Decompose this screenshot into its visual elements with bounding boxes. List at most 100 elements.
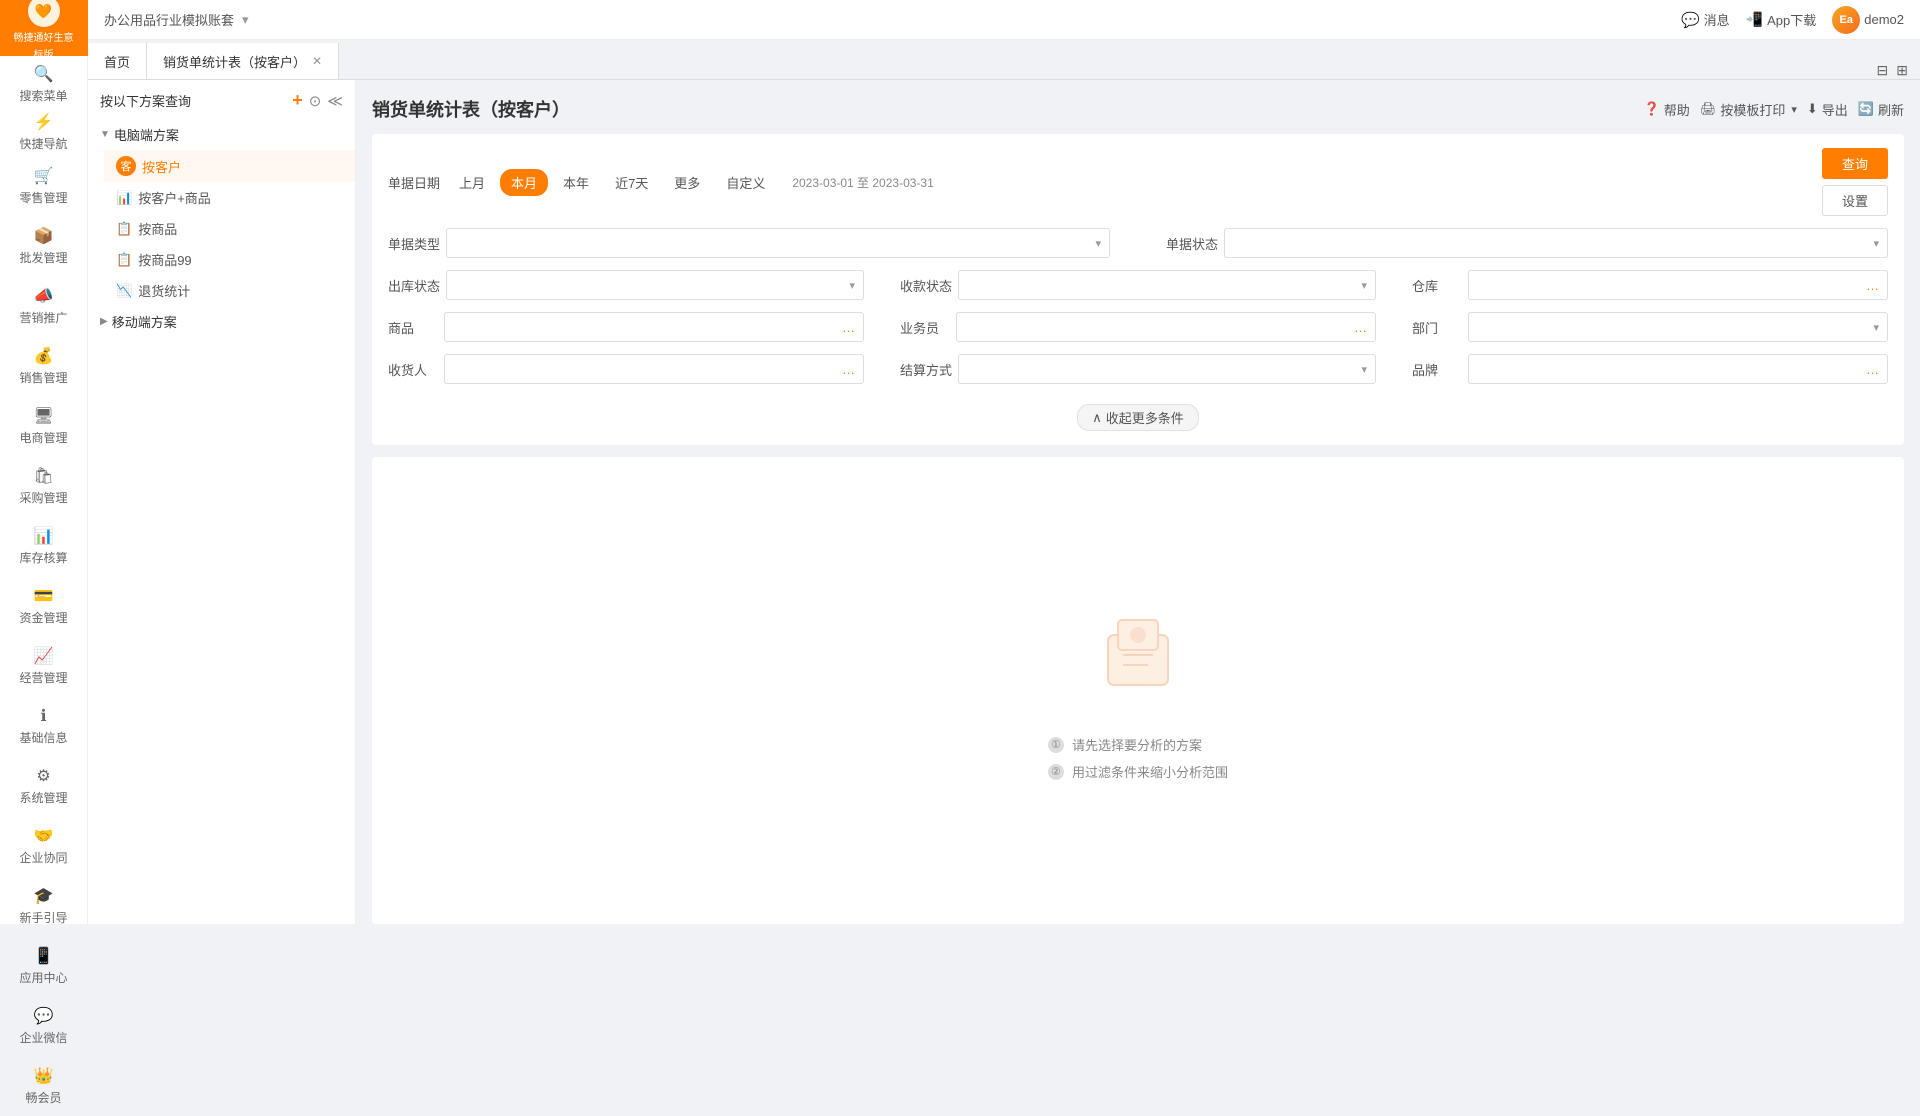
sidebar-item-finance[interactable]: 💳 资金管理 <box>0 576 87 636</box>
date-tab-custom[interactable]: 自定义 <box>715 169 776 196</box>
help-btn[interactable]: ❓ 帮助 <box>1644 100 1690 119</box>
sidebar-item-enterprise-wechat[interactable]: 💬 企业微信 <box>0 996 87 1056</box>
window-minimize-btn[interactable]: ⊟ <box>1877 62 1889 79</box>
tip-num-2: ② <box>1048 764 1064 780</box>
left-panel-actions: + ⊙ ≪ <box>292 90 343 111</box>
topbar: 办公用品行业模拟账套 ▾ 💬 消息 📲 App下载 Ea demo2 <box>88 0 1920 40</box>
tree-child-by-customer-goods[interactable]: 📊 按客户+商品 <box>104 182 355 213</box>
setting-btn[interactable]: 设置 <box>1822 185 1888 216</box>
date-range: 2023-03-01 至 2023-03-31 <box>792 174 933 191</box>
sidebar: 🧡 畅捷通好生意 标版 🔍 搜索菜单 ⚡ 快捷导航 🛒 零售管理 📦 批发管理 … <box>0 0 88 924</box>
wholesale-icon: 📦 <box>34 226 54 246</box>
export-icon: ⬇ <box>1807 101 1818 117</box>
edit-scheme-btn[interactable]: ⊙ <box>309 92 322 110</box>
tree-mobile[interactable]: ▶ 移动端方案 <box>88 306 355 337</box>
sidebar-item-purchase[interactable]: 🛍 采购管理 <box>0 456 87 516</box>
empty-tip-1: ① 请先选择要分析的方案 <box>1048 735 1228 754</box>
tree-child-label: 按客户 <box>142 157 181 176</box>
sidebar-item-inventory[interactable]: 📊 库存核算 <box>0 516 87 576</box>
sidebar-item-label: 系统管理 <box>19 789 67 806</box>
date-tab-last-month[interactable]: 上月 <box>448 169 496 196</box>
sidebar-item-label: 畅会员 <box>25 1089 61 1106</box>
doc-type-control[interactable]: ▾ <box>446 228 1110 258</box>
empty-tips: ① 请先选择要分析的方案 ② 用过滤条件来缩小分析范围 <box>1048 735 1228 781</box>
page-title-text: 销货单统计表（按客户） <box>372 96 570 122</box>
date-filter-row: 单据日期 上月 本月 本年 近7天 更多 自定义 2023-03-01 至 20… <box>388 148 1888 216</box>
by-customer-badge: 客 <box>116 156 136 176</box>
window-maximize-btn[interactable]: ⊞ <box>1896 62 1908 79</box>
sidebar-item-new-user[interactable]: 🎓 新手引导 <box>0 876 87 936</box>
sidebar-item-label: 基础信息 <box>19 729 67 746</box>
goods-control[interactable]: … <box>444 312 864 342</box>
query-btn[interactable]: 查询 <box>1822 148 1888 179</box>
sidebar-item-wholesale-mgmt[interactable]: 📦 批发管理 <box>0 216 87 276</box>
tab-sales-stats[interactable]: 销货单统计表（按客户） ✕ <box>147 43 339 79</box>
tip-num-1: ① <box>1048 737 1064 753</box>
app-download-btn[interactable]: 📲 App下载 <box>1746 10 1817 29</box>
print-dropdown-icon[interactable]: ▾ <box>1791 103 1797 116</box>
tab-close-btn[interactable]: ✕ <box>312 54 322 68</box>
sidebar-item-sales-mgmt[interactable]: 💰 销售管理 <box>0 336 87 396</box>
sidebar-item-label: 零售管理 <box>19 189 67 206</box>
tree-desktop[interactable]: ▼ 电脑端方案 <box>88 119 355 150</box>
refresh-btn[interactable]: 🔄 刷新 <box>1858 100 1904 119</box>
sidebar-item-enterprise-collab[interactable]: 🤝 企业协同 <box>0 816 87 876</box>
sidebar-item-ecommerce[interactable]: 🖥 电商管理 <box>0 396 87 456</box>
settlement-label: 结算方式 <box>900 360 952 379</box>
marketing-icon: 📣 <box>34 286 54 306</box>
date-tab-this-year[interactable]: 本年 <box>552 169 600 196</box>
tree-child-by-goods[interactable]: 📋 按商品 <box>104 213 355 244</box>
message-icon: 💬 <box>1681 11 1700 29</box>
tree-child-by-customer[interactable]: 客 按客户 <box>104 150 355 182</box>
topbar-title: 办公用品行业模拟账套 <box>104 10 234 29</box>
receiver-control[interactable]: … <box>444 354 864 384</box>
date-tab-7days[interactable]: 近7天 <box>604 169 659 196</box>
doc-status-control[interactable]: ▾ <box>1224 228 1888 258</box>
dept-control[interactable]: ▾ <box>1468 312 1888 342</box>
sidebar-item-label: 销售管理 <box>19 369 67 386</box>
messages-btn[interactable]: 💬 消息 <box>1681 10 1730 29</box>
user-menu[interactable]: Ea demo2 <box>1832 6 1904 34</box>
topbar-dropdown-icon[interactable]: ▾ <box>242 12 249 28</box>
right-panel: 销货单统计表（按客户） ❓ 帮助 🖨 按模板打印 ▾ ⬇ 导出 <box>356 80 1920 924</box>
tree-children-desktop: 客 按客户 📊 按客户+商品 📋 按商品 📋 按商品99 <box>88 150 355 306</box>
settlement-control[interactable]: ▾ <box>958 354 1376 384</box>
sidebar-item-retail-mgmt[interactable]: 🛒 零售管理 <box>0 156 87 216</box>
collapse-panel-btn[interactable]: ≪ <box>327 92 343 110</box>
receiver-label: 收货人 <box>388 360 438 379</box>
sidebar-item-ops[interactable]: 📈 经营管理 <box>0 636 87 696</box>
sidebar-item-label: 企业微信 <box>19 1029 67 1046</box>
date-tab-more[interactable]: 更多 <box>663 169 711 196</box>
settlement-arrow: ▾ <box>1361 363 1367 376</box>
add-scheme-btn[interactable]: + <box>292 90 303 111</box>
filter-item-payment: 收款状态 ▾ <box>900 270 1376 300</box>
salesman-control[interactable]: … <box>956 312 1376 342</box>
sidebar-item-marketing[interactable]: 📣 营销推广 <box>0 276 87 336</box>
salesman-label: 业务员 <box>900 318 950 337</box>
tree-parent-label: 移动端方案 <box>112 312 177 331</box>
outbound-control[interactable]: ▾ <box>446 270 864 300</box>
sidebar-item-basic-info[interactable]: ℹ 基础信息 <box>0 696 87 756</box>
warehouse-control[interactable]: … <box>1468 270 1888 300</box>
sidebar-item-quick-nav[interactable]: ⚡ 快捷导航 <box>0 108 87 156</box>
tab-home[interactable]: 首页 <box>88 43 147 79</box>
search-menu-icon: 🔍 <box>34 64 54 84</box>
quick-nav-icon: ⚡ <box>34 112 54 132</box>
brand-control[interactable]: … <box>1468 354 1888 384</box>
sidebar-item-search-menu[interactable]: 🔍 搜索菜单 <box>0 56 87 108</box>
wechat-icon: 💬 <box>34 1006 54 1026</box>
filter-row-4: 收货人 … 结算方式 ▾ <box>388 354 1888 384</box>
sidebar-item-label: 经营管理 <box>19 669 67 686</box>
dept-label: 部门 <box>1412 318 1462 337</box>
sidebar-item-app-center[interactable]: 📱 应用中心 <box>0 936 87 996</box>
date-tab-this-month[interactable]: 本月 <box>500 169 548 196</box>
collapse-btn[interactable]: ∧ 收起更多条件 <box>1077 404 1199 431</box>
tree-child-returns[interactable]: 📉 退货统计 <box>104 275 355 306</box>
export-btn[interactable]: ⬇ 导出 <box>1807 100 1848 119</box>
doc-type-label: 单据类型 <box>388 234 440 253</box>
template-print-btn[interactable]: 🖨 按模板打印 ▾ <box>1700 100 1797 119</box>
sidebar-item-member[interactable]: 👑 畅会员 <box>0 1056 87 1116</box>
payment-control[interactable]: ▾ <box>958 270 1376 300</box>
tree-child-by-goods-99[interactable]: 📋 按商品99 <box>104 244 355 275</box>
sidebar-item-system[interactable]: ⚙ 系统管理 <box>0 756 87 816</box>
